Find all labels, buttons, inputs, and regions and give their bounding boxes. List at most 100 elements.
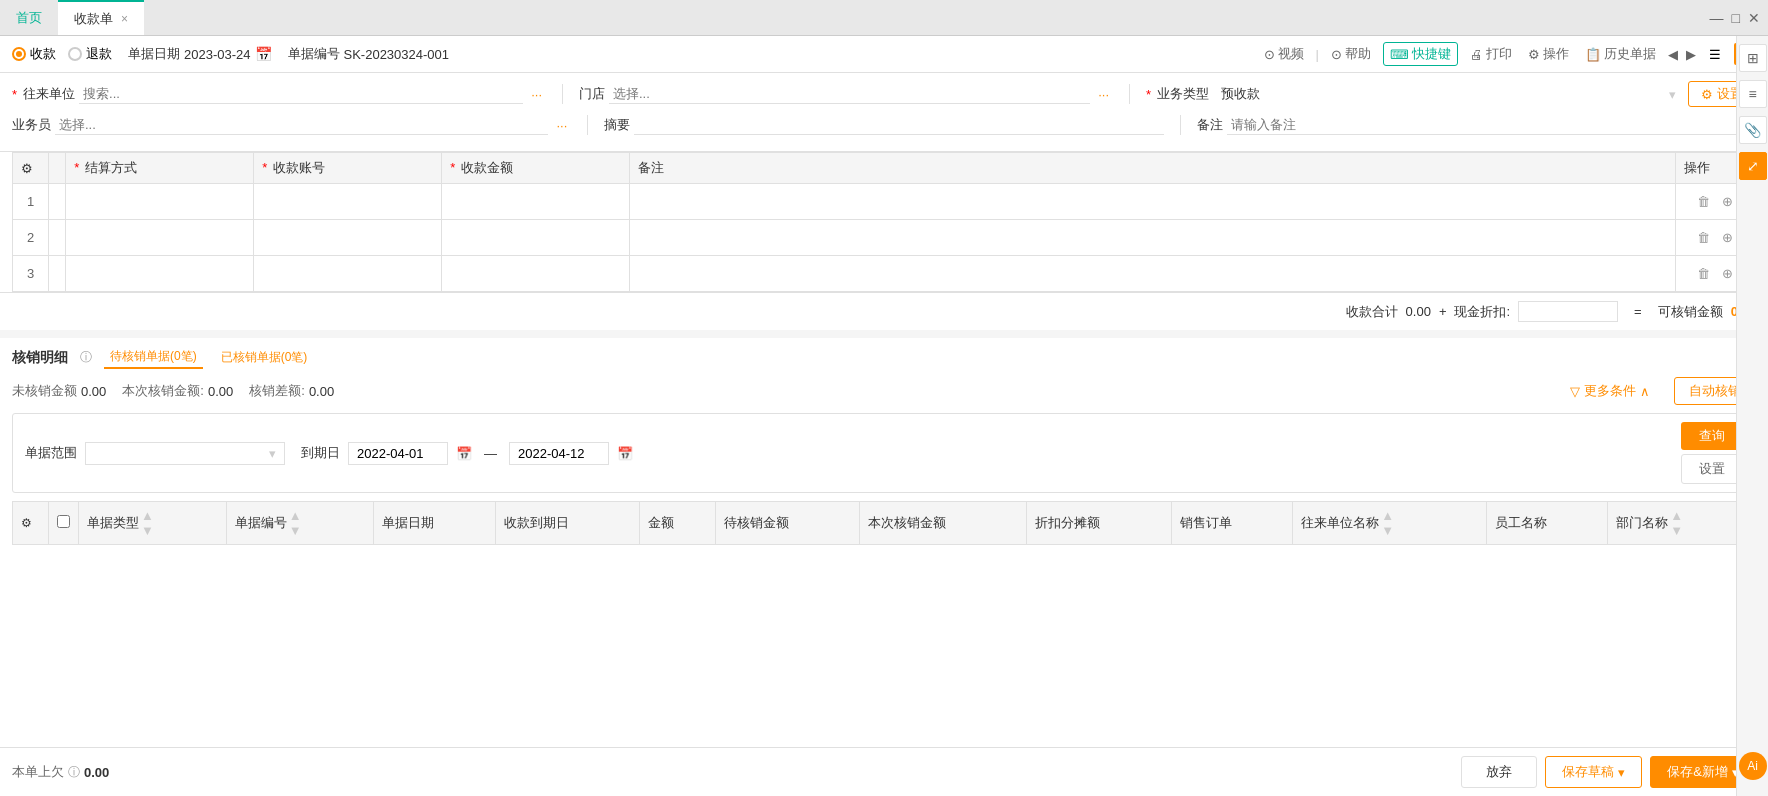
tab-receipt[interactable]: 收款单 × [58,0,144,35]
row-3-copy-icon[interactable]: ⊕ [1717,264,1737,284]
row-2-account-input[interactable] [254,220,441,255]
print-btn[interactable]: 🖨 打印 [1466,43,1516,65]
biz-type-value: 预收款 [1221,85,1260,103]
summary-input[interactable] [634,115,1163,135]
query-btn[interactable]: 查询 [1681,422,1743,450]
discount-input[interactable] [1518,301,1618,322]
completed-tab[interactable]: 已核销单据(0笔) [215,347,314,368]
store-label: 门店 [579,85,605,103]
row-2-account[interactable] [254,220,442,256]
tab-home[interactable]: 首页 [0,0,58,35]
row-2-delete-icon[interactable]: 🗑 [1694,228,1714,248]
history-btn[interactable]: 📋 历史单据 [1581,43,1660,65]
ops-icon: ⚙ [1528,47,1540,62]
counterpart-more-icon[interactable]: ··· [527,87,546,102]
diff-value: 0.00 [309,384,334,399]
store-more-icon[interactable]: ··· [1094,87,1113,102]
row-3-settle[interactable] [66,256,254,292]
this-order-info-icon[interactable]: ⓘ [68,764,80,781]
row-1-note[interactable] [630,184,1676,220]
row-2-note-input[interactable] [630,220,1675,255]
sidebar-table-icon[interactable]: ⊞ [1739,44,1767,72]
store-input[interactable] [609,84,1090,104]
biz-type-dropdown-icon[interactable]: ▾ [1669,87,1676,102]
row-3-note[interactable] [630,256,1676,292]
window-close-btn[interactable]: ✕ [1748,10,1760,26]
row-3-amount-input[interactable] [442,256,629,291]
row-2-settle-input[interactable] [66,220,253,255]
date-to-calendar-icon[interactable]: 📅 [617,446,633,461]
section-divider [0,330,1768,338]
row-2-amount-input[interactable] [442,220,629,255]
ops-btn[interactable]: ⚙ 操作 [1524,43,1573,65]
shortcut-btn[interactable]: ⌨ 快捷键 [1383,42,1458,66]
bill-type-sort[interactable]: 单据类型 ▲▼ [87,508,218,538]
receipt-radio[interactable]: 收款 [12,45,56,63]
more-conditions-btn[interactable]: ▽ 更多条件 ∧ [1570,382,1650,400]
save-draft-label: 保存草稿 [1562,763,1614,781]
video-btn[interactable]: ⊙ 视频 [1260,43,1308,65]
row-2-settle[interactable] [66,220,254,256]
row-1-settle[interactable] [66,184,254,220]
range-select[interactable]: ▾ [85,442,285,465]
refund-radio[interactable]: 退款 [68,45,112,63]
sidebar-list-icon[interactable]: ≡ [1739,80,1767,108]
filter-settings-btn[interactable]: 设置 [1681,454,1743,484]
th-gear[interactable]: ⚙ [13,153,49,184]
row-1-account-input[interactable] [254,184,441,219]
row-1-account[interactable] [254,184,442,220]
window-maximize-btn[interactable]: □ [1732,10,1740,26]
nav-prev-icon[interactable]: ◀ [1668,47,1678,62]
bill-no-sort[interactable]: 单据编号 ▲▼ [235,508,366,538]
detail-info-icon[interactable]: ⓘ [80,349,92,366]
window-minimize-btn[interactable]: — [1710,10,1724,26]
counterpart-sort[interactable]: 往来单位名称 ▲▼ [1301,508,1477,538]
row-2-note[interactable] [630,220,1676,256]
row-3-amount[interactable] [442,256,630,292]
save-draft-btn[interactable]: 保存草稿 ▾ [1545,756,1642,788]
sidebar-expand-icon[interactable]: ⤢ [1739,152,1767,180]
tab-close-icon[interactable]: × [121,12,128,26]
row-3-note-input[interactable] [630,256,1675,291]
row-1-amount[interactable] [442,184,630,220]
help-btn[interactable]: ⊙ 帮助 [1327,43,1375,65]
nav-next-icon[interactable]: ▶ [1686,47,1696,62]
ai-button[interactable]: Ai [1739,752,1767,780]
date-calendar-icon[interactable]: 📅 [255,46,272,62]
counterpart-input[interactable] [79,84,523,104]
remark-input[interactable] [1227,115,1756,135]
row-2-copy-icon[interactable]: ⊕ [1717,228,1737,248]
unchecked-label: 未核销金额 [12,382,77,400]
row-1-delete-icon[interactable]: 🗑 [1694,192,1714,212]
tab-home-label: 首页 [16,9,42,27]
bottom-th-gear[interactable]: ⚙ [13,502,49,545]
store-field: 门店 ··· [579,84,1113,104]
row-2-amount[interactable] [442,220,630,256]
row-1-copy-icon[interactable]: ⊕ [1717,192,1737,212]
pending-tab[interactable]: 待核销单据(0笔) [104,346,203,369]
row-3-delete-icon[interactable]: 🗑 [1694,264,1714,284]
bottom-th-pending: 待核销金额 [715,502,859,545]
sidebar-clip-icon[interactable]: 📎 [1739,116,1767,144]
summary-field: 摘要 [604,115,1163,135]
th-account: * 收款账号 [254,153,442,184]
staff-more-icon[interactable]: ··· [552,118,571,133]
row-3-account[interactable] [254,256,442,292]
view-list-btn[interactable]: ☰ [1704,43,1726,65]
plus-sign: + [1439,304,1447,319]
dept-sort[interactable]: 部门名称 ▲▼ [1616,508,1747,538]
row-3-account-input[interactable] [254,256,441,291]
row-1-note-input[interactable] [630,184,1675,219]
row-1-amount-input[interactable] [442,184,629,219]
select-all-checkbox[interactable] [57,515,70,528]
staff-input[interactable] [55,115,548,135]
remark-label: 备注 [1197,116,1223,134]
row-1-settle-input[interactable] [66,184,253,219]
discard-btn[interactable]: 放弃 [1461,756,1537,788]
date-to-input[interactable] [509,442,609,465]
main-table-container: ⚙ * 结算方式 * 收款账号 * 收款金额 备注 [0,152,1768,292]
date-from-input[interactable] [348,442,448,465]
row-3-settle-input[interactable] [66,256,253,291]
date-from-calendar-icon[interactable]: 📅 [456,446,472,461]
current-stat: 本次核销金额: 0.00 [122,382,233,400]
